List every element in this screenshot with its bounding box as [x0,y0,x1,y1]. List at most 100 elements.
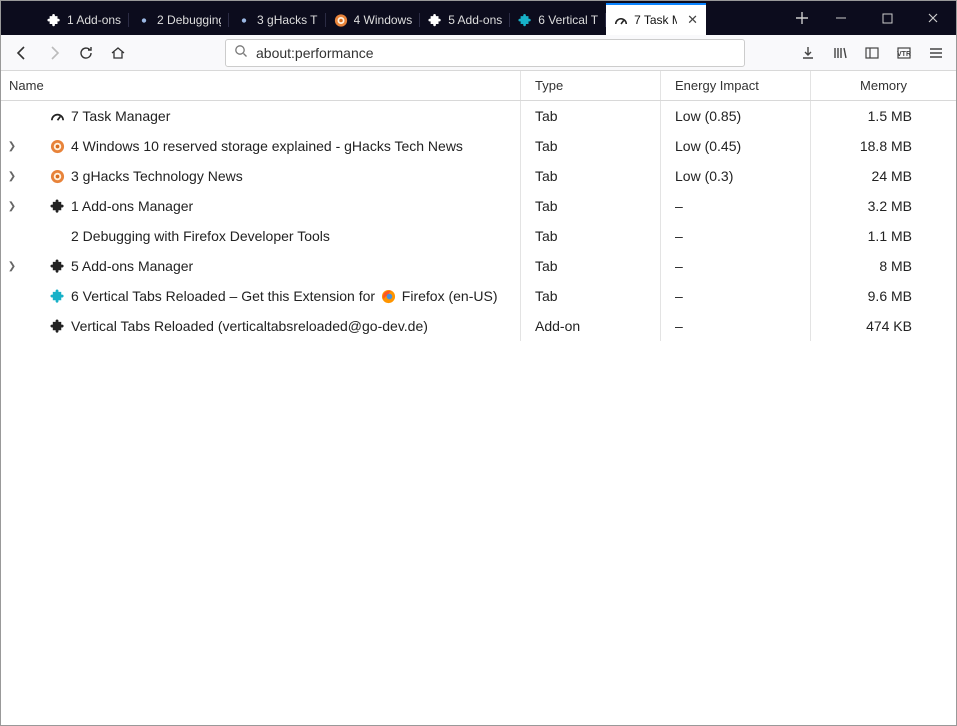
row-name: Vertical Tabs Reloaded (verticaltabsrelo… [71,318,428,334]
row-energy: – [661,221,811,251]
row-energy: Low (0.85) [661,101,811,131]
row-type: Tab [521,191,661,221]
puzzle-icon [49,318,65,334]
table-row[interactable]: 2 Debugging with Firefox Developer Tools… [1,221,956,251]
svg-text:VTR: VTR [897,51,911,58]
row-memory: 24 MB [811,161,956,191]
home-button[interactable] [103,38,133,68]
row-memory: 9.6 MB [811,281,956,311]
back-button[interactable] [7,38,37,68]
row-memory: 474 KB [811,311,956,341]
row-type: Tab [521,251,661,281]
extension-icon[interactable]: VTR [890,39,918,67]
row-energy: – [661,281,811,311]
puzzle-teal-icon [49,288,65,304]
sidebar-icon[interactable] [858,39,886,67]
tab-label: 5 Add-ons [448,13,502,27]
ghacks-icon [334,13,348,27]
row-energy: – [661,311,811,341]
row-type: Tab [521,131,661,161]
nav-toolbar: VTR [1,35,956,71]
tab-label: 4 Windows [354,13,413,27]
url-bar[interactable] [225,39,745,67]
search-icon [234,44,248,61]
tab-label: 6 Vertical T [538,13,598,27]
row-memory: 18.8 MB [811,131,956,161]
ghacks-icon [49,138,65,154]
column-type[interactable]: Type [521,71,661,100]
puzzle-icon [49,258,65,274]
expand-twisty-icon [5,289,19,303]
row-name: 6 Vertical Tabs Reloaded – Get this Exte… [71,288,498,305]
expand-twisty-icon [5,109,19,123]
row-name: 2 Debugging with Firefox Developer Tools [71,228,330,244]
tab-label: 7 Task M [634,13,677,27]
table-row[interactable]: ❯ 1 Add-ons Manager Tab – 3.2 MB [1,191,956,221]
tab[interactable]: 5 Add-ons [420,3,510,35]
tab-label: 3 gHacks T [257,13,317,27]
gauge-dark-icon [49,108,65,124]
downloads-icon[interactable] [794,39,822,67]
window-controls [818,1,956,35]
expand-twisty-icon[interactable]: ❯ [5,259,19,273]
reload-button[interactable] [71,38,101,68]
row-energy: Low (0.3) [661,161,811,191]
expand-twisty-icon[interactable]: ❯ [5,139,19,153]
table-row[interactable]: ❯ 5 Add-ons Manager Tab – 8 MB [1,251,956,281]
row-type: Tab [521,161,661,191]
table-row[interactable]: Vertical Tabs Reloaded (verticaltabsrelo… [1,311,956,341]
close-window-button[interactable] [910,1,956,35]
tab[interactable]: 4 Windows [326,3,421,35]
close-tab-icon[interactable]: ✕ [683,12,698,28]
row-name: 1 Add-ons Manager [71,198,193,214]
dot-icon [137,13,151,27]
firefox-icon [381,289,396,304]
table-row[interactable]: 6 Vertical Tabs Reloaded – Get this Exte… [1,281,956,311]
task-table-body: 7 Task Manager Tab Low (0.85) 1.5 MB ❯ 4… [1,101,956,725]
row-type: Add-on [521,311,661,341]
library-icon[interactable] [826,39,854,67]
tab-label: 1 Add-ons [67,13,121,27]
column-energy[interactable]: Energy Impact [661,71,811,100]
table-row[interactable]: ❯ 4 Windows 10 reserved storage explaine… [1,131,956,161]
table-row[interactable]: 7 Task Manager Tab Low (0.85) 1.5 MB [1,101,956,131]
row-type: Tab [521,101,661,131]
tab[interactable]: 6 Vertical T [510,3,606,35]
url-input[interactable] [256,45,736,61]
ghacks-icon [49,168,65,184]
row-energy: – [661,191,811,221]
row-name: 5 Add-ons Manager [71,258,193,274]
row-memory: 1.1 MB [811,221,956,251]
tab-label: 2 Debugging w [157,13,221,27]
maximize-button[interactable] [864,1,910,35]
row-energy: – [661,251,811,281]
expand-twisty-icon[interactable]: ❯ [5,169,19,183]
new-tab-button[interactable] [786,1,818,35]
row-type: Tab [521,281,661,311]
puzzle-icon [49,198,65,214]
tab[interactable]: 7 Task M ✕ [606,3,706,35]
puzzle-white-icon [428,13,442,27]
tab[interactable]: 1 Add-ons [39,3,129,35]
table-row[interactable]: ❯ 3 gHacks Technology News Tab Low (0.3)… [1,161,956,191]
menu-icon[interactable] [922,39,950,67]
row-memory: 3.2 MB [811,191,956,221]
gauge-icon [614,13,628,27]
tab[interactable]: 3 gHacks T [229,3,325,35]
row-memory: 8 MB [811,251,956,281]
row-type: Tab [521,221,661,251]
dot-icon [237,13,251,27]
minimize-button[interactable] [818,1,864,35]
puzzle-white-icon [47,13,61,27]
expand-twisty-icon[interactable]: ❯ [5,199,19,213]
column-memory[interactable]: Memory [811,71,956,100]
titlebar: 1 Add-ons 2 Debugging w 3 gHacks T 4 Win… [1,1,956,35]
table-header: Name Type Energy Impact Memory [1,71,956,101]
tab[interactable]: 2 Debugging w [129,3,229,35]
none-icon [49,228,65,244]
expand-twisty-icon [5,229,19,243]
row-memory: 1.5 MB [811,101,956,131]
row-energy: Low (0.45) [661,131,811,161]
forward-button[interactable] [39,38,69,68]
column-name[interactable]: Name [1,71,521,100]
